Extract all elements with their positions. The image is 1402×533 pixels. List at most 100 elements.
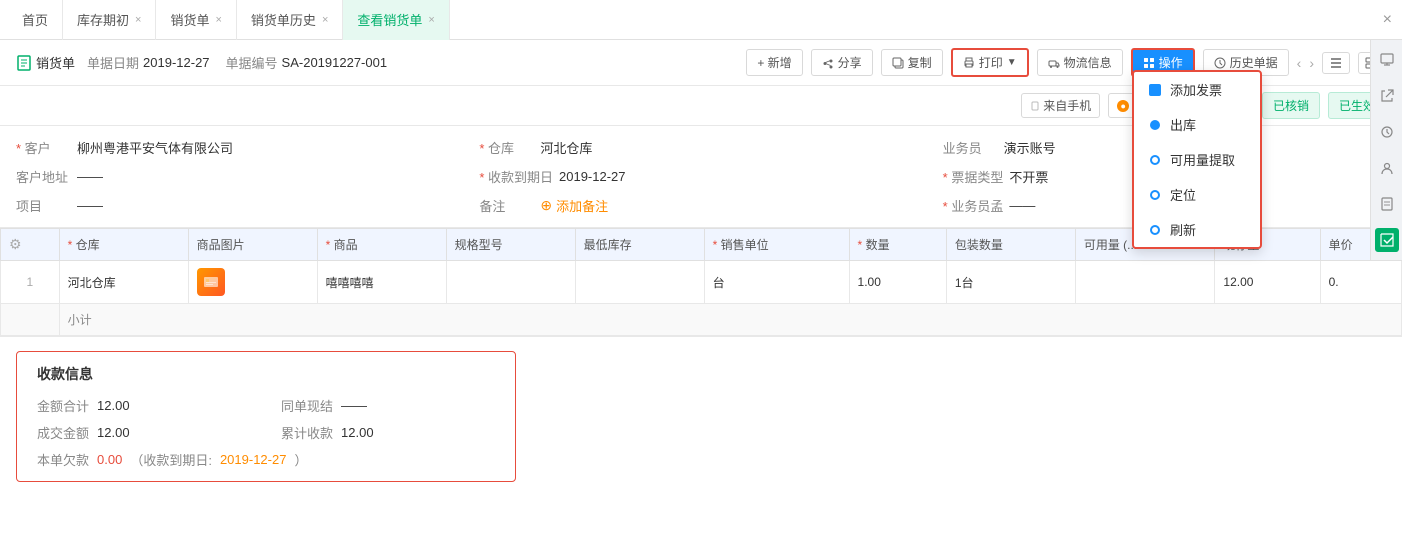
right-panel-icon-3[interactable] — [1375, 120, 1399, 144]
right-panel-icon-1[interactable] — [1375, 48, 1399, 72]
outbound-icon — [1148, 118, 1162, 132]
employee-value: 演示账号 — [1004, 138, 1056, 157]
transaction-row: 成交金额 12.00 — [37, 423, 251, 442]
row-product-name: 嘻嘻嘻嘻 — [317, 261, 446, 304]
doc-number: 单据编号 SA-20191227-001 — [226, 53, 388, 72]
doc-meta: 单据日期 2019-12-27 单据编号 SA-20191227-001 — [87, 53, 387, 72]
warehouse-label: 仓库 — [479, 138, 534, 157]
new-button[interactable]: + 新增 — [746, 49, 802, 76]
close-inventory-tab[interactable]: × — [135, 14, 141, 26]
doc-date: 单据日期 2019-12-27 — [87, 53, 210, 72]
due-row: 本单欠款 0.00 （收款到期日: 2019-12-27 ） — [37, 450, 495, 469]
row-unit: 台 — [704, 261, 849, 304]
amount-total-label: 金额合计 — [37, 396, 89, 415]
add-invoice-icon — [1148, 83, 1162, 97]
dropdown-outbound[interactable]: 出库 — [1134, 107, 1260, 142]
dropdown-refresh[interactable]: 刷新 — [1134, 212, 1260, 247]
cumulative-value: 12.00 — [341, 425, 374, 440]
due-date: 2019-12-27 — [220, 452, 287, 467]
subtotal-text: 小计 — [59, 304, 1401, 336]
amount-total-value: 12.00 — [97, 398, 130, 413]
row-available — [1075, 261, 1215, 304]
warehouse-value: 河北仓库 — [540, 138, 592, 157]
row-product-img — [188, 261, 317, 304]
close-view-sales-tab[interactable]: × — [428, 14, 434, 26]
add-note-btn[interactable]: 添加备注 — [556, 196, 608, 215]
due-note: （收款到期日: — [130, 450, 212, 469]
col-min-stock: 最低库存 — [575, 229, 704, 261]
col-spec: 规格型号 — [446, 229, 575, 261]
add-note-icon[interactable]: ⊕ — [540, 197, 552, 214]
right-panel-icon-6[interactable] — [1375, 228, 1399, 252]
locate-icon — [1148, 188, 1162, 202]
from-phone-btn[interactable]: 来自手机 — [1021, 93, 1100, 118]
settlement-value: —— — [341, 398, 367, 413]
row-qty: 1.00 — [849, 261, 946, 304]
nav-prev[interactable]: ‹ — [1297, 55, 1302, 71]
dropdown-available-extract[interactable]: 可用量提取 — [1134, 142, 1260, 177]
right-panel-icon-2[interactable] — [1375, 84, 1399, 108]
tab-sales-history[interactable]: 销货单历史 × — [237, 0, 343, 40]
payment-info-box: 收款信息 金额合计 12.00 同单现结 —— 成交金额 12.00 — [16, 351, 516, 482]
close-sales-history-tab[interactable]: × — [322, 14, 328, 26]
payment-date-row: 收款到期日 2019-12-27 — [479, 167, 922, 186]
close-all-icon[interactable]: × — [1383, 11, 1392, 29]
table-row: 1 河北仓库 嘻嘻嘻嘻 台 1.00 1台 — [1, 261, 1402, 304]
toolbar-actions: + 新增 分享 复制 打印 ▼ 物流信息 — [746, 48, 1386, 77]
settlement-label: 同单现结 — [281, 396, 333, 415]
project-row: 项目 —— — [16, 196, 459, 215]
logistics-button[interactable]: 物流信息 — [1037, 49, 1123, 76]
payment-info-grid: 金额合计 12.00 同单现结 —— 成交金额 12.00 累计收款 12.00 — [37, 396, 495, 469]
warehouse-row: 仓库 河北仓库 — [479, 138, 922, 157]
address-label: 客户地址 — [16, 167, 71, 186]
tab-view-sales[interactable]: 查看销货单 × — [343, 0, 449, 40]
view-toggle-list[interactable] — [1322, 52, 1350, 74]
col-product-img: 商品图片 — [188, 229, 317, 261]
tab-home[interactable]: 首页 — [8, 0, 63, 40]
subtotal-label — [1, 304, 60, 336]
payment-date-label: 收款到期日 — [479, 167, 553, 186]
ticket-type-value: 不开票 — [1009, 167, 1048, 186]
payment-info-title: 收款信息 — [37, 364, 495, 384]
transaction-label: 成交金额 — [37, 423, 89, 442]
tab-inventory[interactable]: 库存期初 × — [63, 0, 156, 40]
bottom-info: 收款信息 金额合计 12.00 同单现结 —— 成交金额 12.00 — [0, 337, 1402, 496]
due-value: 0.00 — [97, 452, 122, 467]
note-label: 备注 — [479, 196, 534, 215]
cumulative-row: 累计收款 12.00 — [281, 423, 495, 442]
right-panel — [1370, 40, 1402, 260]
customer-row: 客户 柳州粤港平安气体有限公司 — [16, 138, 459, 157]
note-row: 备注 ⊕ 添加备注 — [479, 196, 922, 215]
settlement-row: 同单现结 —— — [281, 396, 495, 415]
col-qty: 数量 — [849, 229, 946, 261]
row-spec — [446, 261, 575, 304]
transaction-value: 12.00 — [97, 425, 130, 440]
tab-bar: 首页 库存期初 × 销货单 × 销货单历史 × 查看销货单 × × — [0, 0, 1402, 40]
settings-icon[interactable]: ⚙ — [9, 236, 22, 252]
right-panel-icon-5[interactable] — [1375, 192, 1399, 216]
customer-label: 客户 — [16, 138, 71, 157]
col-product: 商品 — [317, 229, 446, 261]
dropdown-add-invoice[interactable]: 添加发票 — [1134, 72, 1260, 107]
col-unit: 销售单位 — [704, 229, 849, 261]
share-button[interactable]: 分享 — [811, 49, 873, 76]
customer-value: 柳州粤港平安气体有限公司 — [77, 138, 233, 157]
operations-dropdown: 添加发票 出库 可用量提取 定位 刷新 — [1132, 70, 1262, 249]
orange-dot: ● — [1117, 100, 1129, 112]
copy-button[interactable]: 复制 — [881, 49, 943, 76]
ticket-type-label: 票据类型 — [943, 167, 1004, 186]
right-panel-icon-4[interactable] — [1375, 156, 1399, 180]
dropdown-locate[interactable]: 定位 — [1134, 177, 1260, 212]
col-pack-qty: 包装数量 — [946, 229, 1075, 261]
close-sales-tab[interactable]: × — [215, 14, 221, 26]
nav-next[interactable]: › — [1309, 55, 1314, 71]
project-label: 项目 — [16, 196, 71, 215]
cancel-status: 已核销 — [1262, 92, 1320, 119]
address-row: 客户地址 —— — [16, 167, 459, 186]
payment-date-value: 2019-12-27 — [559, 169, 626, 184]
print-button[interactable]: 打印 ▼ — [951, 48, 1029, 77]
doc-title-area: 销货单 单据日期 2019-12-27 单据编号 SA-20191227-001 — [16, 53, 746, 72]
tab-sales[interactable]: 销货单 × — [156, 0, 236, 40]
col-warehouse: 仓库 — [59, 229, 188, 261]
row-warehouse: 河北仓库 — [59, 261, 188, 304]
